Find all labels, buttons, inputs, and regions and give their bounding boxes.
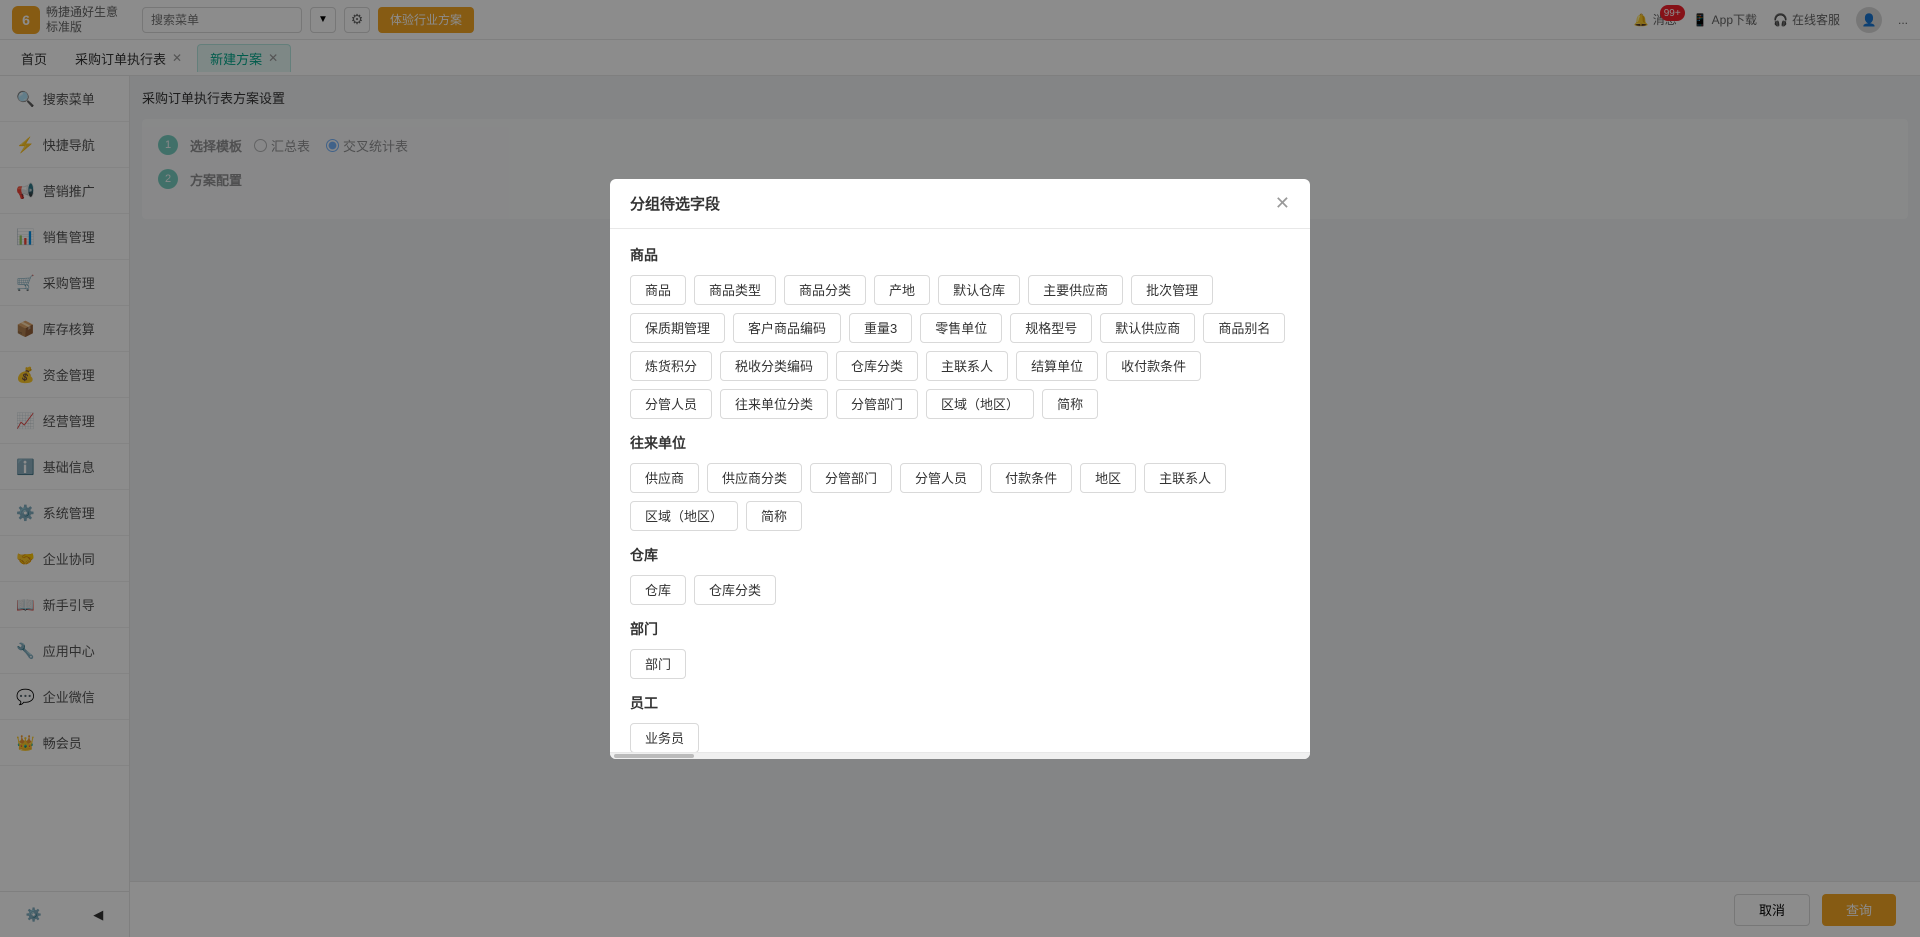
field-tag-0-9[interactable]: 重量3 bbox=[849, 313, 912, 343]
fields-grid-1: 供应商供应商分类分管部门分管人员付款条件地区主联系人区域（地区） 简称 bbox=[630, 463, 1290, 531]
field-tag-1-6[interactable]: 主联系人 bbox=[1144, 463, 1226, 493]
field-tag-2-1[interactable]: 仓库分类 bbox=[694, 575, 776, 605]
field-tag-0-7[interactable]: 保质期管理 bbox=[630, 313, 725, 343]
field-tag-1-8[interactable]: 简称 bbox=[746, 501, 802, 531]
fields-grid-2: 仓库仓库分类 bbox=[630, 575, 1290, 605]
field-tag-0-4[interactable]: 默认仓库 bbox=[938, 275, 1020, 305]
modal-field-selection: 分组待选字段 ✕ 商品商品商品类型商品分类产地默认仓库主要供应商批次管理保质期管… bbox=[610, 179, 1310, 759]
field-tag-0-21[interactable]: 往来单位分类 bbox=[720, 389, 828, 419]
field-tag-2-0[interactable]: 仓库 bbox=[630, 575, 686, 605]
field-tag-0-10[interactable]: 零售单位 bbox=[920, 313, 1002, 343]
modal-title: 分组待选字段 bbox=[630, 193, 720, 214]
field-tag-0-24[interactable]: 简称 bbox=[1042, 389, 1098, 419]
field-tag-0-19[interactable]: 收付款条件 bbox=[1106, 351, 1201, 381]
field-tag-1-5[interactable]: 地区 bbox=[1080, 463, 1136, 493]
modal-close-button[interactable]: ✕ bbox=[1275, 193, 1290, 214]
fields-grid-4: 业务员 bbox=[630, 723, 1290, 752]
field-tag-1-3[interactable]: 分管人员 bbox=[900, 463, 982, 493]
modal-hscroll bbox=[610, 752, 1310, 759]
field-tag-0-3[interactable]: 产地 bbox=[874, 275, 930, 305]
field-tag-0-15[interactable]: 税收分类编码 bbox=[720, 351, 828, 381]
field-tag-3-0[interactable]: 部门 bbox=[630, 649, 686, 679]
field-tag-1-2[interactable]: 分管部门 bbox=[810, 463, 892, 493]
field-tag-0-2[interactable]: 商品分类 bbox=[784, 275, 866, 305]
field-tag-0-11[interactable]: 规格型号 bbox=[1010, 313, 1092, 343]
field-tag-0-18[interactable]: 结算单位 bbox=[1016, 351, 1098, 381]
fields-grid-0: 商品商品类型商品分类产地默认仓库主要供应商批次管理保质期管理客户商品编码重量3 零… bbox=[630, 275, 1290, 419]
field-tag-0-23[interactable]: 区域（地区） bbox=[926, 389, 1034, 419]
section-title-2: 仓库 bbox=[630, 545, 1290, 565]
field-tag-0-8[interactable]: 客户商品编码 bbox=[733, 313, 841, 343]
overlay: 分组待选字段 ✕ 商品商品商品类型商品分类产地默认仓库主要供应商批次管理保质期管… bbox=[0, 0, 1920, 937]
field-tag-1-4[interactable]: 付款条件 bbox=[990, 463, 1072, 493]
field-tag-0-16[interactable]: 仓库分类 bbox=[836, 351, 918, 381]
field-tag-0-14[interactable]: 炼货积分 bbox=[630, 351, 712, 381]
field-tag-0-13[interactable]: 商品别名 bbox=[1203, 313, 1285, 343]
field-tag-0-1[interactable]: 商品类型 bbox=[694, 275, 776, 305]
field-tag-1-7[interactable]: 区域（地区） bbox=[630, 501, 738, 531]
field-tag-0-0[interactable]: 商品 bbox=[630, 275, 686, 305]
hscroll-thumb bbox=[614, 754, 694, 758]
field-tag-0-17[interactable]: 主联系人 bbox=[926, 351, 1008, 381]
field-tag-0-20[interactable]: 分管人员 bbox=[630, 389, 712, 419]
field-tag-4-0[interactable]: 业务员 bbox=[630, 723, 699, 752]
field-tag-0-22[interactable]: 分管部门 bbox=[836, 389, 918, 419]
field-tag-0-12[interactable]: 默认供应商 bbox=[1100, 313, 1195, 343]
section-title-4: 员工 bbox=[630, 693, 1290, 713]
modal-header: 分组待选字段 ✕ bbox=[610, 179, 1310, 229]
section-title-0: 商品 bbox=[630, 245, 1290, 265]
field-tag-0-5[interactable]: 主要供应商 bbox=[1028, 275, 1123, 305]
section-title-3: 部门 bbox=[630, 619, 1290, 639]
fields-grid-3: 部门 bbox=[630, 649, 1290, 679]
modal-body[interactable]: 商品商品商品类型商品分类产地默认仓库主要供应商批次管理保质期管理客户商品编码重量… bbox=[610, 229, 1310, 752]
field-tag-0-6[interactable]: 批次管理 bbox=[1131, 275, 1213, 305]
field-tag-1-1[interactable]: 供应商分类 bbox=[707, 463, 802, 493]
field-tag-1-0[interactable]: 供应商 bbox=[630, 463, 699, 493]
section-title-1: 往来单位 bbox=[630, 433, 1290, 453]
